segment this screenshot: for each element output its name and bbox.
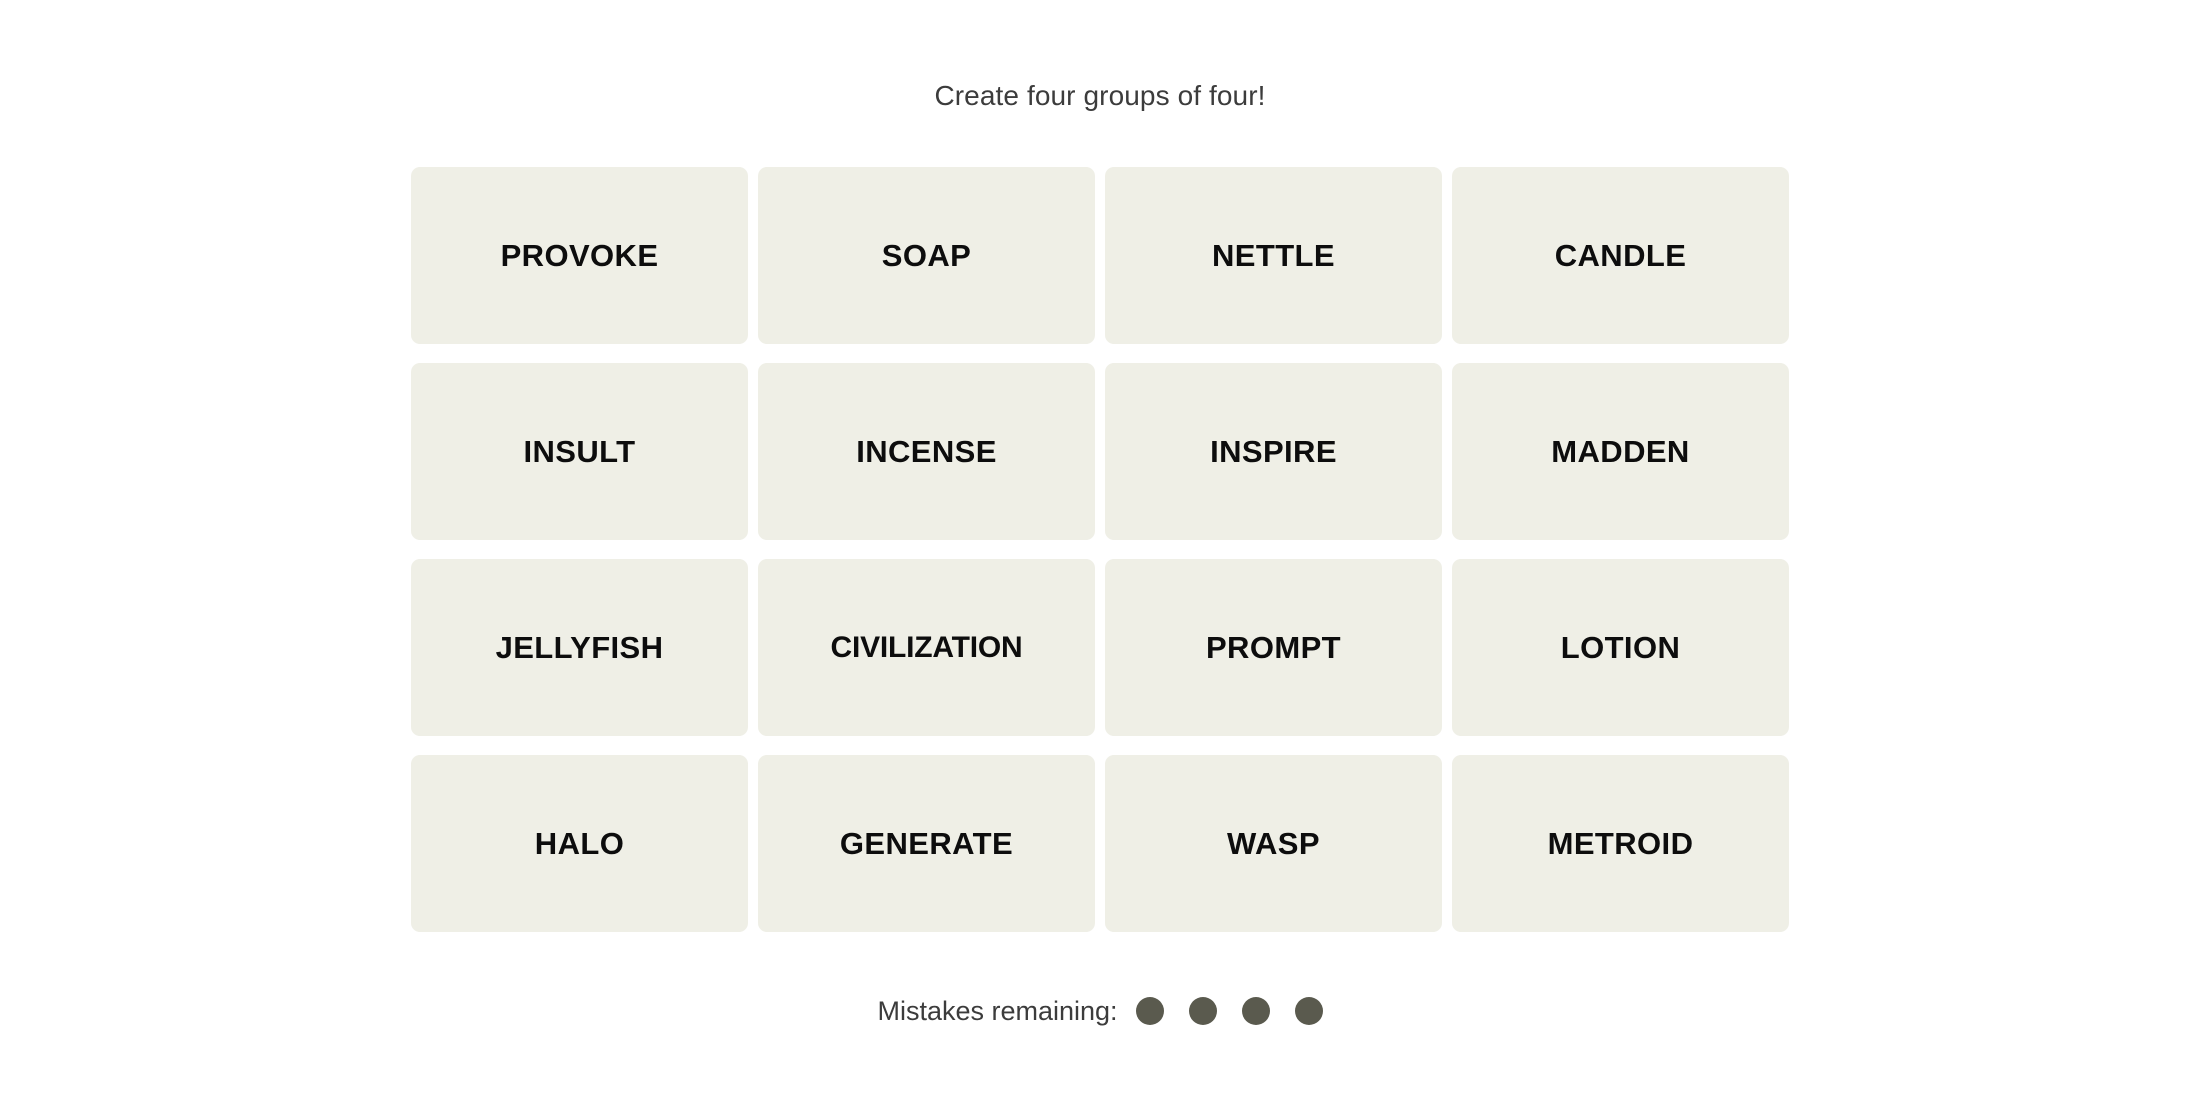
word-tile-label: CANDLE — [1554, 238, 1687, 273]
word-tile-label: METROID — [1547, 826, 1694, 861]
word-tile-label: INSPIRE — [1210, 434, 1337, 469]
word-tile-label: LOTION — [1560, 630, 1681, 665]
word-tile-metroid[interactable]: METROID — [1452, 755, 1789, 932]
word-tile-insult[interactable]: INSULT — [411, 363, 748, 540]
word-tile-lotion[interactable]: LOTION — [1452, 559, 1789, 736]
mistakes-remaining-label: Mistakes remaining: — [877, 995, 1118, 1026]
word-tile-jellyfish[interactable]: JELLYFISH — [411, 559, 748, 736]
word-tile-label: INSULT — [523, 434, 636, 469]
word-tile-label: INCENSE — [856, 434, 997, 469]
word-tile-prompt[interactable]: PROMPT — [1105, 559, 1442, 736]
word-tile-label: PROVOKE — [500, 238, 659, 273]
page-title: Create four groups of four! — [934, 80, 1266, 111]
mistake-dot — [1135, 997, 1164, 1025]
word-tile-provoke[interactable]: PROVOKE — [411, 167, 748, 344]
word-tile-madden[interactable]: MADDEN — [1452, 363, 1789, 540]
mistake-dot — [1188, 997, 1217, 1025]
word-tile-label: SOAP — [881, 238, 972, 273]
word-tile-label: GENERATE — [839, 826, 1014, 861]
word-tile-label: JELLYFISH — [495, 630, 664, 665]
mistakes-remaining: Mistakes remaining: — [877, 995, 1323, 1026]
word-tile-incense[interactable]: INCENSE — [758, 363, 1095, 540]
mistake-dot — [1241, 997, 1270, 1025]
mistakes-dot-list — [1135, 997, 1323, 1025]
word-grid: PROVOKE SOAP NETTLE CANDLE INSULT INCENS… — [411, 167, 1789, 932]
word-tile-soap[interactable]: SOAP — [758, 167, 1095, 344]
word-tile-nettle[interactable]: NETTLE — [1105, 167, 1442, 344]
word-tile-wasp[interactable]: WASP — [1105, 755, 1442, 932]
mistake-dot — [1294, 997, 1323, 1025]
connections-game: Create four groups of four! PROVOKE SOAP… — [0, 0, 2200, 1100]
word-tile-inspire[interactable]: INSPIRE — [1105, 363, 1442, 540]
word-tile-label: CIVILIZATION — [830, 630, 1023, 664]
word-tile-civilization[interactable]: CIVILIZATION — [758, 559, 1095, 736]
word-tile-generate[interactable]: GENERATE — [758, 755, 1095, 932]
word-tile-label: WASP — [1227, 826, 1320, 861]
word-tile-label: MADDEN — [1551, 434, 1690, 469]
word-tile-label: HALO — [534, 826, 625, 861]
word-tile-label: NETTLE — [1212, 238, 1335, 273]
word-tile-halo[interactable]: HALO — [411, 755, 748, 932]
word-tile-candle[interactable]: CANDLE — [1452, 167, 1789, 344]
word-tile-label: PROMPT — [1205, 630, 1341, 665]
